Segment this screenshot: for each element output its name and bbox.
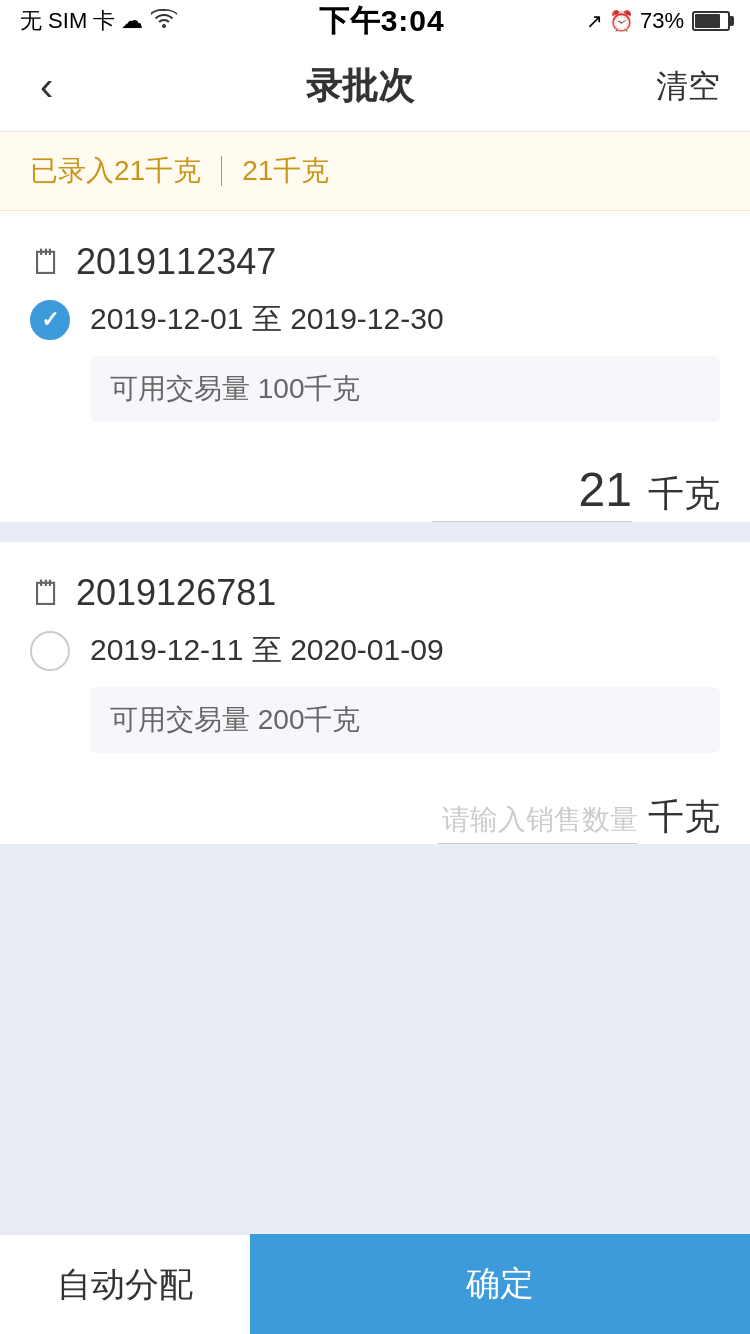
batch-radio-2[interactable] [30,631,70,671]
page-title: 录批次 [306,62,414,111]
recorded-label: 已录入21千克 [30,152,201,190]
nav-bar: ‹ 录批次 清空 [0,42,750,132]
bottom-buttons: 自动分配 确定 [0,1234,750,1334]
auto-distribute-button[interactable]: 自动分配 [0,1234,250,1334]
batch-header-1: 🗒 2019112347 [30,241,720,283]
batch-card-1: 🗒 2019112347 2019-12-01 至 2019-12-30 可用交… [0,211,750,442]
batch-date-row-1: 2019-12-01 至 2019-12-30 [30,299,720,340]
alarm-icon: ⏰ [609,9,634,33]
quantity-underline-1 [432,521,632,522]
quantity-unit-1: 千克 [648,470,720,519]
wifi-icon [151,8,177,34]
status-right: ↗ ⏰ 73% [586,8,730,34]
confirm-button[interactable]: 确定 [250,1234,750,1334]
clear-button[interactable]: 清空 [656,65,720,109]
batch-header-2: 🗒 2019126781 [30,572,720,614]
quantity-row-1: 21 千克 [0,442,750,522]
quantity-container-1: 21 千克 [432,462,720,522]
input-underline-2 [438,843,638,844]
batch-icon-1: 🗒 [30,243,64,282]
batch-card-2: 🗒 2019126781 2019-12-11 至 2020-01-09 可用交… [0,542,750,773]
batch-date-row-2: 2019-12-11 至 2020-01-09 [30,630,720,671]
batch-date-1: 2019-12-01 至 2019-12-30 [90,299,444,340]
battery-icon [692,11,730,31]
batch-number-2: 2019126781 [76,572,276,614]
section-separator [0,522,750,542]
quantity-value-1[interactable]: 21 [579,462,632,517]
back-button[interactable]: ‹ [30,54,63,119]
batch-number-1: 2019112347 [76,241,276,283]
batch-available-1: 可用交易量 100千克 [90,356,720,422]
batch-radio-1[interactable] [30,300,70,340]
status-bar: 无 SIM 卡 ☁ 下午3:04 ↗ ⏰ 73% [0,0,750,42]
recorded-value: 21千克 [242,152,329,190]
info-banner: 已录入21千克 21千克 [0,132,750,211]
location-icon: ↗ [586,9,603,33]
batch-icon-2: 🗒 [30,574,64,613]
status-time: 下午3:04 [319,1,445,42]
sim-label: 无 SIM 卡 ☁ [20,6,143,36]
banner-divider [221,156,222,186]
status-left: 无 SIM 卡 ☁ [20,6,177,36]
quantity-placeholder-2[interactable]: 请输入销售数量 [442,801,638,839]
batch-date-2: 2019-12-11 至 2020-01-09 [90,630,444,671]
quantity-unit-2: 千克 [648,793,720,842]
battery-percent: 73% [640,8,684,34]
input-row-2: 请输入销售数量 千克 [0,773,750,844]
batch-available-2: 可用交易量 200千克 [90,687,720,753]
